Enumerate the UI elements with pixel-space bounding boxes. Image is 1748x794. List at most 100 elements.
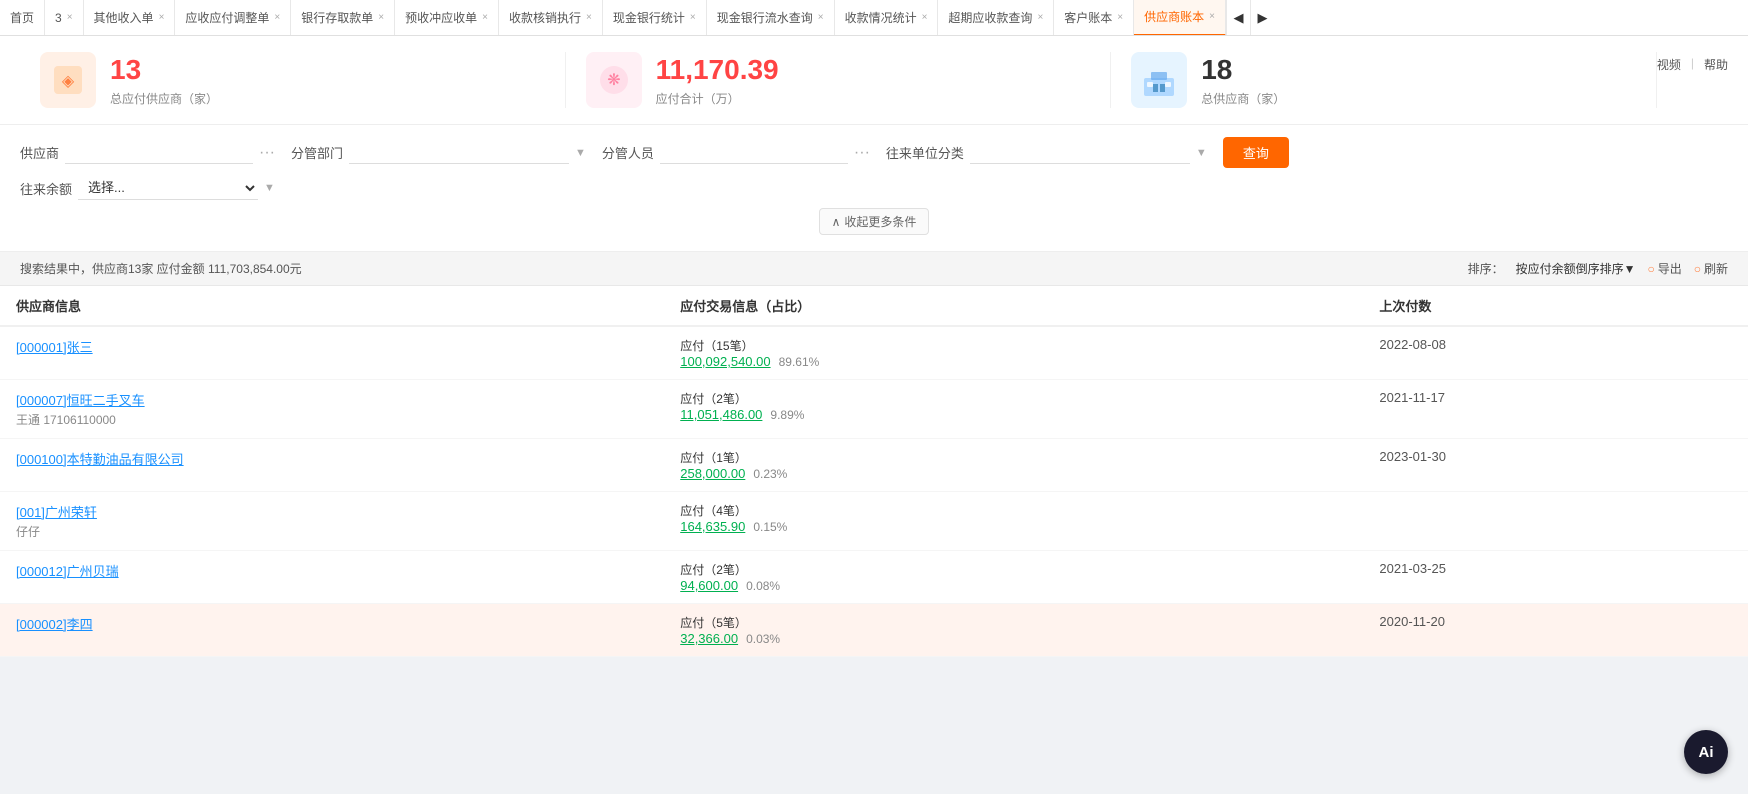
pay-label: 应付（4笔） — [680, 502, 1347, 519]
person-label: 分管人员 — [602, 143, 654, 162]
svg-text:◈: ◈ — [62, 73, 75, 90]
nav-scroll-left[interactable]: ◀ — [1226, 0, 1250, 36]
category-filter: 往来单位分类 ▼ — [886, 142, 1207, 164]
pay-label: 应付（2笔） — [680, 561, 1347, 578]
nav-tab-home-label: 首页 — [10, 9, 34, 26]
supplier-cell: [000100]本特勤油品有限公司 — [0, 439, 664, 492]
pay-amount-link[interactable]: 258,000.00 — [680, 466, 745, 481]
supplier-filter: 供应商 ··· — [20, 142, 275, 164]
table-row: [000002]李四 应付（5笔）32,366.000.03% 2020-11-20 — [0, 604, 1748, 657]
total-payable-suppliers-num: 13 — [110, 53, 218, 87]
supplier-link[interactable]: [000100]本特勤油品有限公司 — [16, 452, 184, 467]
nav-tab-adjust[interactable]: 应收应付调整单 × — [175, 0, 291, 36]
close-icon[interactable]: × — [690, 12, 696, 23]
balance-select[interactable]: 选择... — [78, 176, 258, 200]
category-input[interactable] — [970, 142, 1190, 164]
pay-pct: 0.15% — [753, 520, 787, 534]
sort-area: 排序： 按应付余额倒序排序▼ ○ 导出 ○ 刷新 — [1468, 260, 1728, 277]
balance-dropdown-icon[interactable]: ▼ — [264, 182, 275, 194]
supplier-dots[interactable]: ··· — [259, 144, 275, 162]
nav-tab-adjust-label: 应收应付调整单 — [185, 9, 269, 26]
nav-tab-cash-bank-stat[interactable]: 现金银行统计 × — [603, 0, 707, 36]
nav-tab-other-income[interactable]: 其他收入单 × — [84, 0, 176, 36]
pay-amount-link[interactable]: 164,635.90 — [680, 519, 745, 534]
supplier-label: 供应商 — [20, 143, 59, 162]
close-icon[interactable]: × — [1037, 12, 1043, 23]
pay-amount-link[interactable]: 32,366.00 — [680, 631, 738, 646]
table-row: [000007]恒旺二手叉车王通 17106110000应付（2笔）11,051… — [0, 380, 1748, 439]
video-link[interactable]: 视频 — [1657, 56, 1681, 73]
last-pay-date: 2020-11-20 — [1379, 614, 1445, 629]
card2-content: 11,170.39 应付合计（万） — [656, 53, 779, 108]
nav-scroll-right[interactable]: ▶ — [1250, 0, 1274, 36]
close-icon[interactable]: × — [159, 12, 165, 23]
pay-amount-link[interactable]: 100,092,540.00 — [680, 354, 770, 369]
help-link[interactable]: 帮助 — [1704, 56, 1728, 73]
nav-tab-3[interactable]: 3 × — [45, 0, 84, 36]
supplier-cell: [001]广州荣轩仔仔 — [0, 492, 664, 551]
nav-tab-other-income-label: 其他收入单 — [94, 9, 154, 26]
supplier-sub: 仔仔 — [16, 523, 648, 540]
close-icon[interactable]: × — [818, 12, 824, 23]
table-header-row: 供应商信息 应付交易信息（占比） 上次付数 — [0, 286, 1748, 326]
collapse-label: 收起更多条件 — [844, 213, 916, 230]
total-suppliers-label: 总供应商（家） — [1201, 90, 1285, 107]
close-icon[interactable]: × — [1209, 11, 1215, 22]
nav-tab-supplier-book[interactable]: 供应商账本 × — [1134, 0, 1226, 36]
pay-pct: 9.89% — [770, 408, 804, 422]
pay-amount-link[interactable]: 94,600.00 — [680, 578, 738, 593]
nav-tab-overdue[interactable]: 超期应收款查询 × — [938, 0, 1054, 36]
supplier-link[interactable]: [001]广州荣轩 — [16, 505, 97, 520]
close-icon[interactable]: × — [482, 12, 488, 23]
person-input[interactable] — [660, 142, 848, 164]
nav-tab-customer-book[interactable]: 客户账本 × — [1054, 0, 1134, 36]
sort-label: 排序： — [1468, 260, 1504, 277]
last-pay-cell — [1363, 492, 1748, 551]
supplier-link[interactable]: [000002]李四 — [16, 617, 93, 632]
dept-input[interactable] — [349, 142, 569, 164]
svg-text:❋: ❋ — [607, 72, 620, 89]
nav-tab-cash-flow-label: 现金银行流水查询 — [717, 9, 813, 26]
supplier-input[interactable] — [65, 142, 253, 164]
close-icon[interactable]: × — [378, 12, 384, 23]
collapse-button[interactable]: ∧ 收起更多条件 — [819, 208, 930, 235]
supplier-link[interactable]: [000012]广州贝瑞 — [16, 564, 119, 579]
close-icon[interactable]: × — [586, 12, 592, 23]
search-button[interactable]: 查询 — [1223, 137, 1289, 168]
last-pay-cell: 2022-08-08 — [1363, 326, 1748, 380]
sort-value[interactable]: 按应付余额倒序排序▼ — [1516, 260, 1636, 277]
top-navigation: 首页 3 × 其他收入单 × 应收应付调整单 × 银行存取款单 × 预收冲应收单… — [0, 0, 1748, 36]
close-icon[interactable]: × — [274, 12, 280, 23]
nav-tab-bank-deposit[interactable]: 银行存取款单 × — [291, 0, 395, 36]
refresh-button[interactable]: ○ 刷新 — [1694, 260, 1728, 277]
person-dots[interactable]: ··· — [854, 144, 870, 162]
nav-tab-cash-flow[interactable]: 现金银行流水查询 × — [707, 0, 835, 36]
supplier-link[interactable]: [000001]张三 — [16, 340, 93, 355]
category-label: 往来单位分类 — [886, 143, 964, 162]
nav-tab-home[interactable]: 首页 — [0, 0, 45, 36]
close-icon[interactable]: × — [1117, 12, 1123, 23]
nav-tab-prepay[interactable]: 预收冲应收单 × — [395, 0, 499, 36]
top-right-links: 视频 | 帮助 — [1657, 52, 1728, 108]
refresh-icon: ○ — [1694, 262, 1701, 276]
total-payable-amount-label: 应付合计（万） — [656, 90, 779, 107]
category-dropdown-icon[interactable]: ▼ — [1196, 147, 1207, 159]
pay-amount-link[interactable]: 11,051,486.00 — [680, 407, 762, 422]
card-total-suppliers: 18 总供应商（家） — [1111, 52, 1657, 108]
nav-tab-cash-bank-stat-label: 现金银行统计 — [613, 9, 685, 26]
nav-tab-customer-book-label: 客户账本 — [1064, 9, 1112, 26]
supplier-cell: [000002]李四 — [0, 604, 664, 657]
supplier-link[interactable]: [000007]恒旺二手叉车 — [16, 393, 145, 408]
ai-badge[interactable]: Ai — [1684, 730, 1728, 774]
filter-row-2: 往来余额 选择... ▼ — [20, 176, 1728, 200]
person-filter: 分管人员 ··· — [602, 142, 870, 164]
export-button[interactable]: ○ 导出 — [1647, 260, 1681, 277]
nav-tab-receipt-stat[interactable]: 收款情况统计 × — [835, 0, 939, 36]
nav-tab-payment-exec[interactable]: 收款核销执行 × — [499, 0, 603, 36]
dept-dropdown-icon[interactable]: ▼ — [575, 147, 586, 159]
export-label: 导出 — [1658, 260, 1682, 277]
close-icon[interactable]: × — [922, 12, 928, 23]
pay-info-cell: 应付（5笔）32,366.000.03% — [664, 604, 1363, 657]
total-payable-suppliers-label: 总应付供应商（家） — [110, 90, 218, 107]
close-icon[interactable]: × — [67, 12, 73, 23]
